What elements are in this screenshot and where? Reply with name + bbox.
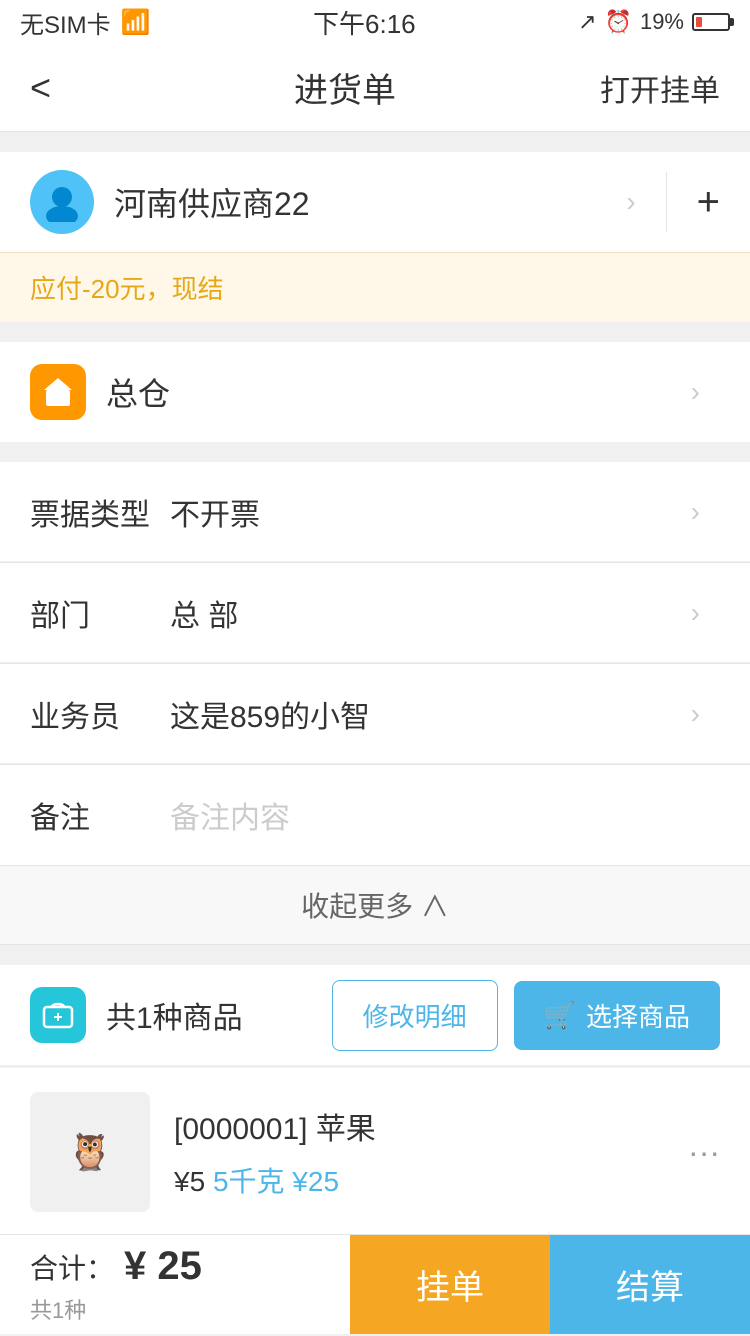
chevron-right-icon: › [626, 186, 635, 218]
invoice-chevron-icon: › [691, 496, 700, 528]
divider-2 [0, 322, 750, 342]
select-product-button[interactable]: 🛒 选择商品 [514, 981, 720, 1050]
bottom-bar: 合计： ¥ 25 共1种 挂单 结算 [0, 1234, 750, 1334]
total-value: ¥25 [292, 1166, 339, 1197]
total-section: 合计： ¥ 25 共1种 [0, 1235, 350, 1334]
notice-text: 应付-20元，现结 [30, 274, 224, 304]
warehouse-chevron-icon: › [691, 376, 700, 408]
divider-3 [0, 442, 750, 462]
products-count: 共1种商品 [106, 993, 332, 1037]
quantity-value: 5千克 [213, 1166, 285, 1197]
location-icon: ↗ [578, 9, 596, 35]
remark-row[interactable]: 备注 备注内容 [0, 765, 750, 865]
product-title: 苹果 [316, 1113, 376, 1146]
product-item: 🦉 [0000001] 苹果 ¥5 5千克 ¥25 ··· [0, 1067, 750, 1236]
status-bar: 无SIM卡 📶 下午6:16 ↗ ⏰ 19% [0, 0, 750, 44]
warehouse-icon [30, 364, 86, 420]
product-price: ¥5 5千克 ¥25 [174, 1160, 688, 1200]
owl-icon: 🦉 [68, 1131, 113, 1173]
supplier-row[interactable]: 河南供应商22 › + [0, 152, 750, 252]
product-info: [0000001] 苹果 ¥5 5千克 ¥25 [174, 1104, 688, 1200]
warehouse-name: 总仓 [106, 369, 691, 415]
select-product-label: 选择商品 [586, 997, 690, 1034]
salesman-value: 这是859的小智 [170, 692, 691, 736]
checkout-button[interactable]: 结算 [550, 1235, 750, 1334]
page-title: 进货单 [294, 63, 396, 112]
nav-bar: < 进货单 打开挂单 [0, 44, 750, 132]
invoice-value: 不开票 [170, 490, 691, 534]
collapse-section[interactable]: 收起更多 ∧ [0, 865, 750, 945]
cart-icon: 🛒 [544, 1000, 576, 1031]
products-icon [30, 987, 86, 1043]
divider-1 [0, 132, 750, 152]
supplier-name: 河南供应商22 [114, 179, 626, 225]
department-value: 总 部 [170, 591, 691, 635]
notice-banner: 应付-20元，现结 [0, 252, 750, 322]
remark-label: 备注 [30, 793, 170, 837]
product-code: [0000001] [174, 1113, 307, 1146]
open-hang-button[interactable]: 打开挂单 [600, 66, 720, 110]
edit-detail-button[interactable]: 修改明细 [332, 980, 498, 1051]
status-time: 下午6:16 [313, 4, 416, 41]
form-section: 票据类型 不开票 › 部门 总 部 › 业务员 这是859的小智 › 备注 备注… [0, 462, 750, 865]
alarm-icon: ⏰ [605, 9, 632, 35]
total-amount: ¥ 25 [124, 1244, 202, 1289]
department-chevron-icon: › [691, 597, 700, 629]
collapse-label: 收起更多 ∧ [301, 885, 449, 925]
divider-4 [0, 945, 750, 965]
product-more-button[interactable]: ··· [688, 1134, 720, 1171]
salesman-row[interactable]: 业务员 这是859的小智 › [0, 664, 750, 764]
total-label-text: 合计： [30, 1247, 114, 1287]
product-thumbnail: 🦉 [30, 1092, 150, 1212]
invoice-label: 票据类型 [30, 490, 170, 534]
status-right: ↗ ⏰ 19% [578, 9, 730, 35]
product-name: [0000001] 苹果 [174, 1104, 688, 1148]
carrier-text: 无SIM卡 [20, 5, 111, 40]
total-count: 共1种 [30, 1293, 320, 1325]
supplier-divider [666, 172, 667, 232]
salesman-label: 业务员 [30, 692, 170, 736]
battery-indicator [692, 13, 730, 31]
products-header: 共1种商品 修改明细 🛒 选择商品 [0, 965, 750, 1065]
back-button[interactable]: < [30, 67, 90, 109]
supplier-avatar [30, 170, 94, 234]
salesman-chevron-icon: › [691, 698, 700, 730]
add-button[interactable]: + [697, 180, 720, 225]
price-value: ¥5 [174, 1166, 205, 1197]
battery-percent: 19% [640, 9, 684, 35]
remark-input[interactable]: 备注内容 [170, 793, 720, 837]
warehouse-row[interactable]: 总仓 › [0, 342, 750, 442]
hang-button[interactable]: 挂单 [350, 1235, 550, 1334]
total-label: 合计： ¥ 25 [30, 1244, 320, 1289]
wifi-icon: 📶 [121, 8, 151, 37]
status-left: 无SIM卡 📶 [20, 5, 151, 40]
department-label: 部门 [30, 591, 170, 635]
department-row[interactable]: 部门 总 部 › [0, 563, 750, 663]
invoice-row[interactable]: 票据类型 不开票 › [0, 462, 750, 562]
